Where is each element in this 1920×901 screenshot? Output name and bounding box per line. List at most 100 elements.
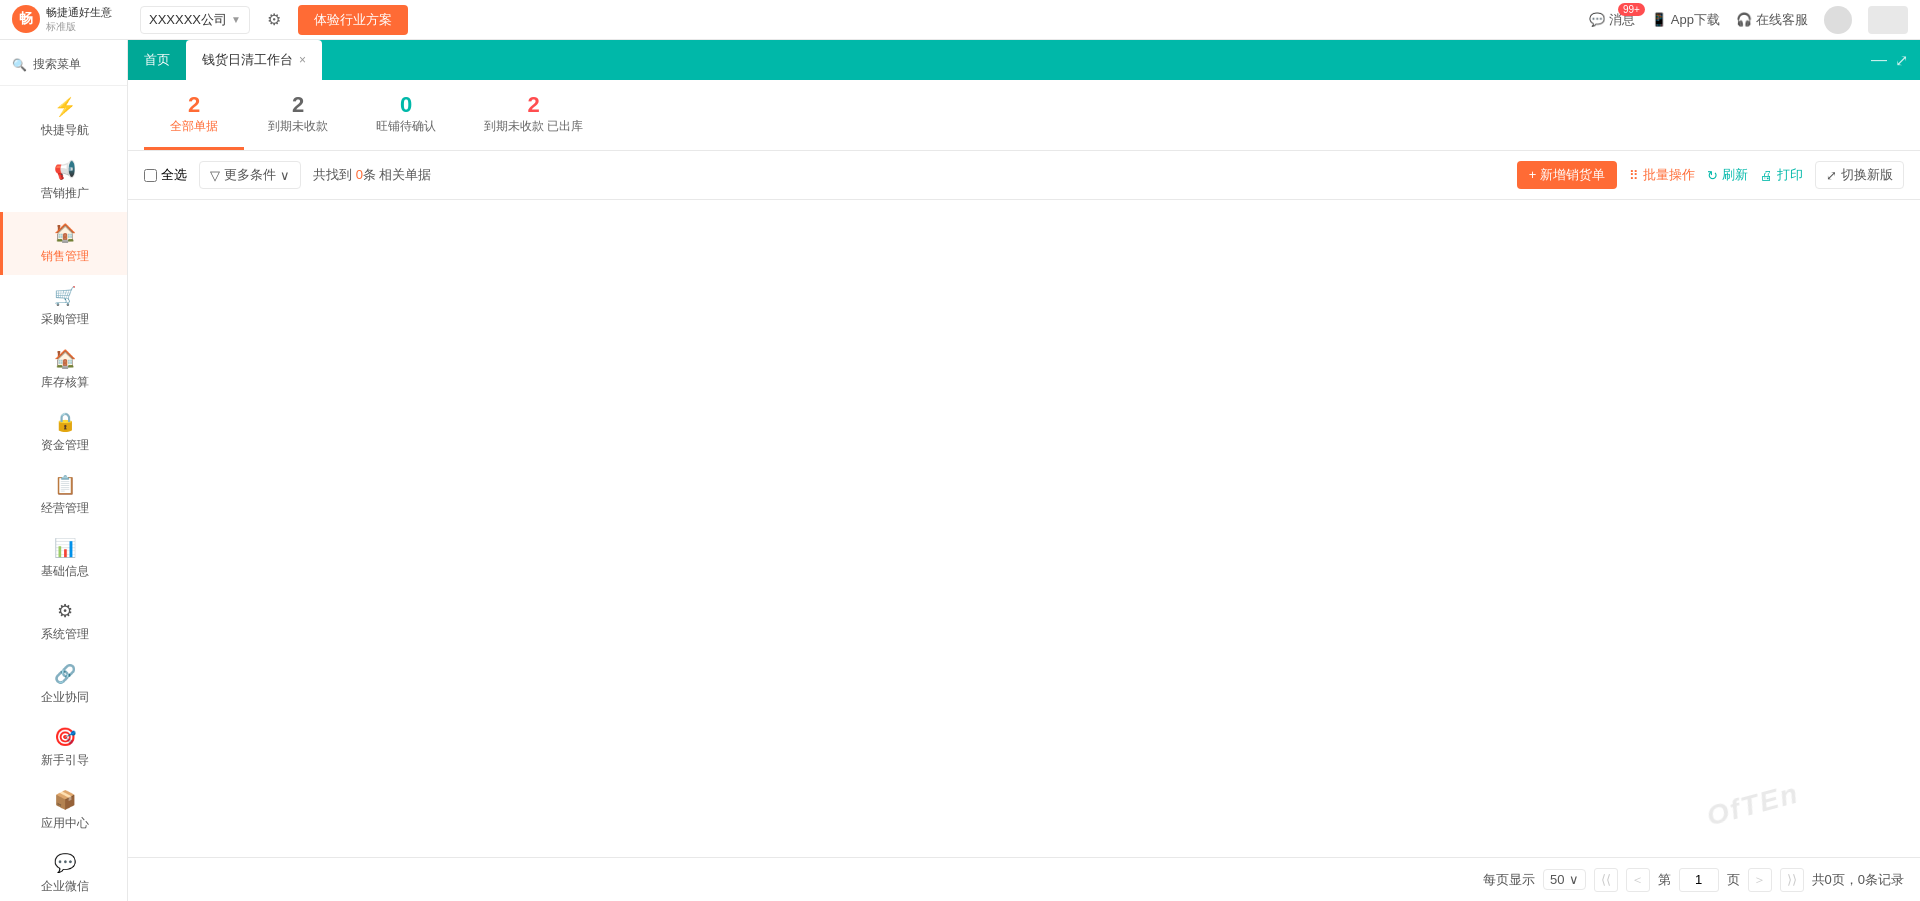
sidebar-item-label: 企业协同 bbox=[41, 689, 89, 706]
system-icon: ⚙ bbox=[57, 600, 73, 622]
logo-icon: 畅 bbox=[12, 5, 40, 33]
add-sale-button[interactable]: + 新增销货单 bbox=[1517, 161, 1617, 189]
content-area: 首页 钱货日清工作台 × — ⤢ 2 全部单据 2 到期未收款 bbox=[128, 40, 1920, 901]
apps-icon: 📦 bbox=[54, 789, 76, 811]
sidebar-item-guide[interactable]: 🎯 新手引导 bbox=[0, 716, 127, 779]
app-download-button[interactable]: 📱 App下载 bbox=[1651, 11, 1720, 29]
select-all-checkbox[interactable]: 全选 bbox=[144, 166, 187, 184]
refresh-label: 刷新 bbox=[1722, 166, 1748, 184]
sidebar-item-label: 快捷导航 bbox=[41, 122, 89, 139]
sidebar-item-label: 应用中心 bbox=[41, 815, 89, 832]
company-selector[interactable]: XXXXXX公司 ▼ bbox=[140, 6, 250, 34]
sidebar-item-system[interactable]: ⚙ 系统管理 bbox=[0, 590, 127, 653]
sidebar: 🔍 搜索菜单 ⚡ 快捷导航 📢 营销推广 🏠 销售管理 🛒 采购管理 🏠 库存核… bbox=[0, 40, 128, 901]
sidebar-item-operation[interactable]: 📋 经营管理 bbox=[0, 464, 127, 527]
chevron-down-icon: ▼ bbox=[231, 14, 241, 25]
sidebar-item-marketing[interactable]: 📢 营销推广 bbox=[0, 149, 127, 212]
tab-home-label: 首页 bbox=[144, 51, 170, 69]
operation-icon: 📋 bbox=[54, 474, 76, 496]
sidebar-item-label: 基础信息 bbox=[41, 563, 89, 580]
sales-icon: 🏠 bbox=[54, 222, 76, 244]
batch-icon: ⠿ bbox=[1629, 168, 1639, 183]
filter-arrow-icon: ∨ bbox=[280, 168, 290, 183]
tab-bar-right: — ⤢ bbox=[1871, 51, 1920, 70]
stat-tab-pending[interactable]: 0 旺铺待确认 bbox=[352, 80, 460, 150]
tab-active-label: 钱货日清工作台 bbox=[202, 51, 293, 69]
toolbar-right: + 新增销货单 ⠿ 批量操作 ↻ 刷新 🖨 打印 ⤢ bbox=[1517, 161, 1904, 189]
message-button[interactable]: 💬 消息 99+ bbox=[1589, 11, 1635, 29]
refresh-button[interactable]: ↻ 刷新 bbox=[1707, 166, 1748, 184]
search-menu-button[interactable]: 🔍 搜索菜单 bbox=[0, 48, 127, 81]
sidebar-search-area: 🔍 搜索菜单 bbox=[0, 40, 127, 86]
switch-new-version-button[interactable]: ⤢ 切换新版 bbox=[1815, 161, 1904, 189]
sidebar-item-quick-nav[interactable]: ⚡ 快捷导航 bbox=[0, 86, 127, 149]
prev-page-button[interactable]: ＜ bbox=[1626, 868, 1650, 892]
basics-icon: 📊 bbox=[54, 537, 76, 559]
filter-label: 更多条件 bbox=[224, 166, 276, 184]
tab-close-icon[interactable]: × bbox=[299, 53, 306, 67]
last-page-button[interactable]: ⟩⟩ bbox=[1780, 868, 1804, 892]
switch-icon: ⤢ bbox=[1826, 168, 1837, 183]
company-name: XXXXXX公司 bbox=[149, 11, 227, 29]
stat-count-overdue: 2 bbox=[292, 92, 304, 118]
trial-button[interactable]: 体验行业方案 bbox=[298, 5, 408, 35]
filter-button[interactable]: ▽ 更多条件 ∨ bbox=[199, 161, 301, 189]
sidebar-item-inventory[interactable]: 🏠 库存核算 bbox=[0, 338, 127, 401]
sidebar-item-label: 企业微信 bbox=[41, 878, 89, 895]
found-text: 共找到 0条 相关单据 bbox=[313, 166, 431, 184]
stat-count-pending: 0 bbox=[400, 92, 412, 118]
sidebar-item-sales[interactable]: 🏠 销售管理 bbox=[0, 212, 127, 275]
stats-tabs: 2 全部单据 2 到期未收款 0 旺铺待确认 2 到期未收款 已出库 bbox=[128, 80, 1920, 151]
user-info[interactable] bbox=[1868, 6, 1908, 34]
avatar[interactable] bbox=[1824, 6, 1852, 34]
sidebar-item-enterprise[interactable]: 🔗 企业协同 bbox=[0, 653, 127, 716]
first-page-button[interactable]: ⟨⟨ bbox=[1594, 868, 1618, 892]
tab-home[interactable]: 首页 bbox=[128, 40, 186, 80]
tab-maximize-button[interactable]: ⤢ bbox=[1895, 51, 1908, 70]
sidebar-item-apps[interactable]: 📦 应用中心 bbox=[0, 779, 127, 842]
page-size-value: 50 bbox=[1550, 872, 1564, 887]
tab-minimize-button[interactable]: — bbox=[1871, 51, 1887, 69]
app-download-label: App下载 bbox=[1671, 11, 1720, 29]
sidebar-item-basics[interactable]: 📊 基础信息 bbox=[0, 527, 127, 590]
wechat-icon: 💬 bbox=[54, 852, 76, 874]
page-number-input[interactable] bbox=[1679, 868, 1719, 892]
stat-tab-overdue[interactable]: 2 到期未收款 bbox=[244, 80, 352, 150]
filter-icon: ▽ bbox=[210, 168, 220, 183]
sidebar-item-label: 营销推广 bbox=[41, 185, 89, 202]
print-button[interactable]: 🖨 打印 bbox=[1760, 166, 1803, 184]
online-service-button[interactable]: 🎧 在线客服 bbox=[1736, 11, 1808, 29]
stat-tab-out[interactable]: 2 到期未收款 已出库 bbox=[460, 80, 607, 150]
sidebar-item-wechat[interactable]: 💬 企业微信 bbox=[0, 842, 127, 901]
finance-icon: 🔒 bbox=[54, 411, 76, 433]
logo-text: 畅捷通好生意 bbox=[46, 5, 112, 19]
settings-button[interactable]: ⚙ bbox=[258, 4, 290, 36]
search-icon: 🔍 bbox=[12, 58, 27, 72]
next-page-button[interactable]: ＞ bbox=[1748, 868, 1772, 892]
sidebar-item-label: 资金管理 bbox=[41, 437, 89, 454]
select-all-label: 全选 bbox=[161, 166, 187, 184]
top-bar: 畅 畅捷通好生意 标准版 XXXXXX公司 ▼ ⚙ 体验行业方案 💬 消息 99… bbox=[0, 0, 1920, 40]
search-menu-label: 搜索菜单 bbox=[33, 56, 81, 73]
tab-active[interactable]: 钱货日清工作台 × bbox=[186, 40, 322, 80]
select-all-input[interactable] bbox=[144, 169, 157, 182]
inventory-icon: 🏠 bbox=[54, 348, 76, 370]
stat-label-pending: 旺铺待确认 bbox=[376, 118, 436, 135]
sidebar-item-finance[interactable]: 🔒 资金管理 bbox=[0, 401, 127, 464]
table-area bbox=[128, 200, 1920, 857]
lightning-icon: ⚡ bbox=[54, 96, 76, 118]
page-size-label: 每页显示 bbox=[1483, 871, 1535, 889]
found-count: 0 bbox=[356, 167, 363, 182]
page-label: 第 bbox=[1658, 871, 1671, 889]
sidebar-item-purchase[interactable]: 🛒 采购管理 bbox=[0, 275, 127, 338]
enterprise-icon: 🔗 bbox=[54, 663, 76, 685]
pagination: 每页显示 50 ∨ ⟨⟨ ＜ 第 页 ＞ ⟩⟩ 共0页，0条记录 bbox=[128, 857, 1920, 901]
sidebar-item-label: 库存核算 bbox=[41, 374, 89, 391]
batch-operation-button[interactable]: ⠿ 批量操作 bbox=[1629, 166, 1695, 184]
stat-tab-all[interactable]: 2 全部单据 bbox=[144, 80, 244, 150]
refresh-icon: ↻ bbox=[1707, 168, 1718, 183]
page-unit: 页 bbox=[1727, 871, 1740, 889]
page-content: 2 全部单据 2 到期未收款 0 旺铺待确认 2 到期未收款 已出库 bbox=[128, 80, 1920, 901]
page-size-selector[interactable]: 50 ∨ bbox=[1543, 869, 1585, 890]
page-size-arrow-icon: ∨ bbox=[1569, 872, 1579, 887]
